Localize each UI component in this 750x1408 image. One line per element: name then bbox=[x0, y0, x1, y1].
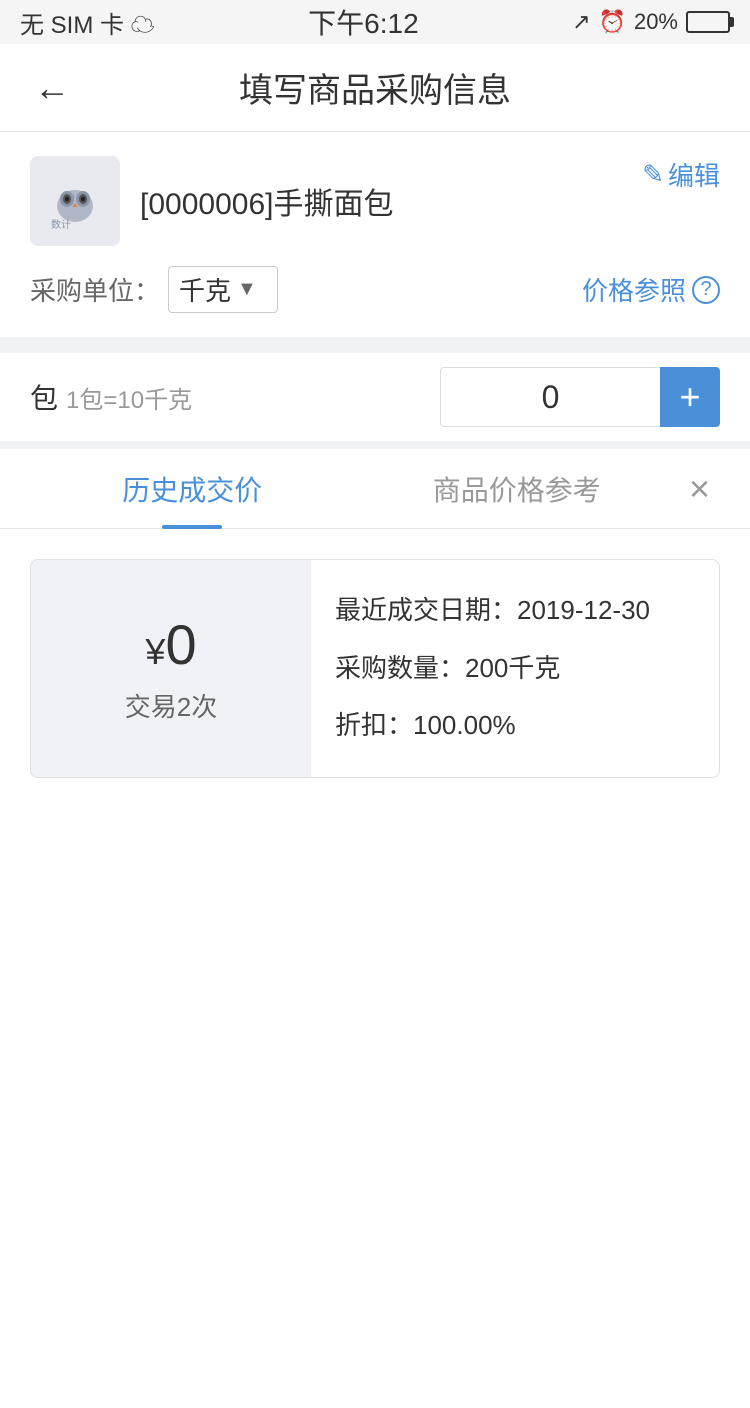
status-left: 无 SIM 卡 ☁ bbox=[20, 5, 155, 40]
tab-price-ref[interactable]: 商品价格参考 bbox=[354, 449, 678, 529]
qty-label: 包 1包=10千克 bbox=[30, 377, 192, 417]
history-content: ¥0 交易2次 最近成交日期：2019-12-30 采购数量：200千克 折扣：… bbox=[0, 529, 750, 808]
product-image: 数计 bbox=[45, 171, 105, 231]
back-button[interactable]: ← bbox=[24, 57, 80, 119]
help-icon: ? bbox=[692, 276, 720, 304]
price-ref-button[interactable]: 价格参照 ? bbox=[582, 271, 720, 308]
purchase-qty: 采购数量：200千克 bbox=[335, 648, 695, 690]
product-card: 数计 [0000006]手撕面包 ✎ 编辑 采购单位： 千克 ▼ 价格参照 ? bbox=[0, 132, 750, 337]
tab-close-button[interactable]: × bbox=[679, 461, 720, 517]
price-ref-label: 价格参照 bbox=[582, 271, 686, 308]
status-time: 下午6:12 bbox=[308, 2, 419, 42]
price-history-right: 最近成交日期：2019-12-30 采购数量：200千克 折扣：100.00% bbox=[311, 560, 719, 777]
nav-bar: ← 填写商品采购信息 bbox=[0, 44, 750, 132]
unit-select-button[interactable]: 千克 ▼ bbox=[168, 266, 278, 313]
qty-input-group: + bbox=[440, 367, 720, 427]
recent-date: 最近成交日期：2019-12-30 bbox=[335, 590, 695, 632]
alarm-icon: ⏰ bbox=[599, 9, 626, 35]
page-title: 填写商品采购信息 bbox=[239, 63, 511, 112]
status-right: ↗ ⏰ 20% bbox=[572, 9, 730, 35]
quantity-input[interactable] bbox=[440, 367, 660, 427]
quantity-row: 包 1包=10千克 + bbox=[0, 353, 750, 441]
price-value: 0 bbox=[165, 613, 196, 676]
qty-unit-label: 包 bbox=[30, 377, 58, 417]
product-unit-row: 采购单位： 千克 ▼ 价格参照 ? bbox=[30, 266, 720, 313]
currency-symbol: ¥ bbox=[145, 631, 165, 672]
price-history-card: ¥0 交易2次 最近成交日期：2019-12-30 采购数量：200千克 折扣：… bbox=[30, 559, 720, 778]
status-bar: 无 SIM 卡 ☁ 下午6:12 ↗ ⏰ 20% bbox=[0, 0, 750, 44]
bottom-space bbox=[0, 808, 750, 1408]
price-amount: ¥0 bbox=[145, 612, 196, 677]
tab-history-price[interactable]: 历史成交价 bbox=[30, 449, 354, 529]
location-icon: ↗ bbox=[572, 9, 590, 35]
plus-icon: + bbox=[679, 376, 700, 418]
product-header: 数计 [0000006]手撕面包 ✎ 编辑 bbox=[30, 156, 720, 246]
qty-unit-desc: 1包=10千克 bbox=[66, 380, 192, 415]
tab-history-label: 历史成交价 bbox=[122, 469, 262, 509]
battery-percent: 20% bbox=[634, 9, 678, 35]
product-name: [0000006]手撕面包 bbox=[140, 179, 393, 223]
section-divider bbox=[0, 337, 750, 353]
product-thumbnail: 数计 bbox=[30, 156, 120, 246]
unit-label: 采购单位： 千克 ▼ bbox=[30, 266, 278, 313]
unit-value: 千克 bbox=[179, 271, 231, 308]
tab-price-ref-label: 商品价格参考 bbox=[433, 469, 601, 509]
product-left: 数计 [0000006]手撕面包 bbox=[30, 156, 393, 246]
battery-icon bbox=[686, 11, 730, 33]
qty-plus-button[interactable]: + bbox=[660, 367, 720, 427]
discount: 折扣：100.00% bbox=[335, 705, 695, 747]
chevron-down-icon: ▼ bbox=[237, 278, 257, 301]
price-history-left: ¥0 交易2次 bbox=[31, 560, 311, 777]
edit-button[interactable]: ✎ 编辑 bbox=[642, 156, 720, 193]
svg-text:数计: 数计 bbox=[51, 218, 71, 231]
edit-label: 编辑 bbox=[668, 156, 720, 193]
unit-label-text: 采购单位： bbox=[30, 271, 160, 308]
edit-icon: ✎ bbox=[642, 159, 664, 190]
tabs-header: 历史成交价 商品价格参考 × bbox=[0, 449, 750, 529]
trade-count: 交易2次 bbox=[125, 687, 217, 724]
tabs-container: 历史成交价 商品价格参考 × ¥0 交易2次 最近成交日期：2019-12-30… bbox=[0, 449, 750, 808]
sim-label: 无 SIM 卡 ☁ bbox=[20, 5, 155, 40]
